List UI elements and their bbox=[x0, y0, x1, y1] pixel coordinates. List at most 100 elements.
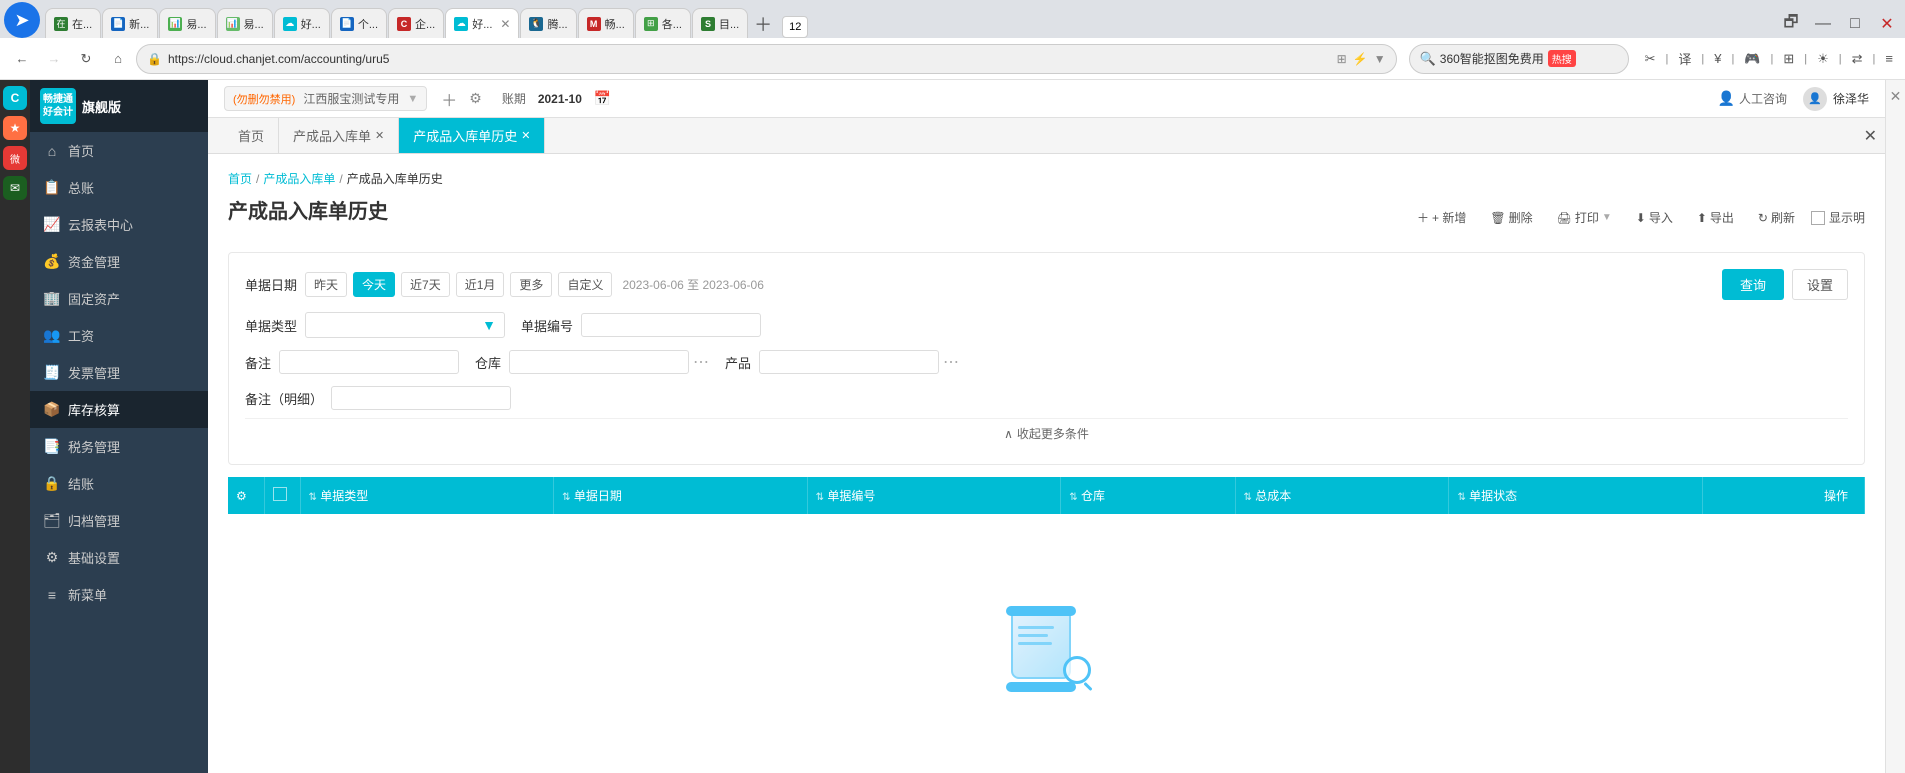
refresh-button[interactable]: ↻ 刷新 bbox=[1750, 205, 1803, 230]
sidebar-item-invoice-mgmt[interactable]: 🧾 发票管理 bbox=[30, 354, 208, 391]
breadcrumb-home[interactable]: 首页 bbox=[228, 170, 252, 187]
sort-status-icon[interactable]: ⇅ bbox=[1457, 492, 1465, 503]
tab-product-list[interactable]: 产成品入库单 ✕ bbox=[279, 118, 399, 153]
warehouse-more-icon[interactable]: ⋯ bbox=[693, 352, 709, 372]
sidebar-header[interactable]: 畅捷通好会计 旗舰版 bbox=[30, 80, 208, 132]
account-settings-icon[interactable]: ⚙ bbox=[469, 90, 482, 107]
query-button[interactable]: 查询 bbox=[1722, 269, 1784, 300]
tab-product-history-close-icon[interactable]: ✕ bbox=[521, 129, 530, 142]
remark-input[interactable] bbox=[279, 350, 459, 374]
print-dropdown-icon[interactable]: ▼ bbox=[1602, 212, 1612, 223]
restore-window-button[interactable]: 🗗 bbox=[1777, 10, 1805, 38]
minimize-button[interactable]: — bbox=[1809, 10, 1837, 38]
close-window-button[interactable]: ✕ bbox=[1873, 10, 1901, 38]
tab-12[interactable]: S 目... bbox=[692, 8, 748, 38]
tab-7[interactable]: C 企... bbox=[388, 8, 444, 38]
tab-3[interactable]: 📊 易... bbox=[159, 8, 215, 38]
tab-product-list-close-icon[interactable]: ✕ bbox=[375, 129, 384, 142]
sort-cost-icon[interactable]: ⇅ bbox=[1244, 492, 1252, 503]
sidebar-item-archive-mgmt[interactable]: 🗂 归档管理 bbox=[30, 502, 208, 539]
sidebar-item-payroll[interactable]: 👥 工资 bbox=[30, 317, 208, 354]
currency-icon[interactable]: ¥ bbox=[1710, 49, 1725, 68]
breadcrumb-list[interactable]: 产成品入库单 bbox=[263, 170, 335, 187]
menu-icon[interactable]: ≡ bbox=[1881, 49, 1897, 68]
back-button[interactable]: ← bbox=[8, 45, 36, 73]
new-button[interactable]: ＋ + 新增 bbox=[1409, 205, 1474, 230]
product-more-icon[interactable]: ⋯ bbox=[943, 352, 959, 372]
column-settings-icon[interactable]: ⚙ bbox=[236, 489, 247, 503]
app-icon-2[interactable]: ★ bbox=[3, 116, 27, 140]
sort-number-icon[interactable]: ⇅ bbox=[816, 492, 824, 503]
brightness-icon[interactable]: ☀ bbox=[1813, 49, 1833, 69]
grid-icon[interactable]: ⊞ bbox=[1779, 49, 1798, 69]
translate-icon[interactable]: 译 bbox=[1674, 47, 1695, 70]
tab-6[interactable]: 📄 个... bbox=[331, 8, 387, 38]
tab-8-active[interactable]: ☁ 好... ✕ bbox=[445, 8, 519, 38]
7days-button[interactable]: 近7天 bbox=[401, 272, 450, 297]
import-button[interactable]: ⬇ 导入 bbox=[1628, 205, 1681, 230]
settings-button[interactable]: 设置 bbox=[1792, 269, 1848, 300]
1month-button[interactable]: 近1月 bbox=[456, 272, 505, 297]
add-account-button[interactable]: ＋ bbox=[441, 87, 457, 111]
dropdown-icon[interactable]: ▼ bbox=[1374, 52, 1386, 66]
sort-warehouse-icon[interactable]: ⇅ bbox=[1069, 492, 1077, 503]
display-checkbox[interactable] bbox=[1811, 211, 1825, 225]
delete-button[interactable]: 🗑 删除 bbox=[1482, 205, 1540, 230]
forward-button[interactable]: → bbox=[40, 45, 68, 73]
close-panel-icon[interactable]: ✕ bbox=[1890, 88, 1902, 105]
tab-8-close-icon[interactable]: ✕ bbox=[500, 17, 510, 31]
product-input[interactable] bbox=[759, 350, 939, 374]
th-gear[interactable]: ⚙ bbox=[228, 477, 264, 514]
custom-date-button[interactable]: 自定义 bbox=[558, 272, 612, 297]
sidebar-item-new-menu[interactable]: ≡ 新菜单 bbox=[30, 576, 208, 613]
remark-detail-input[interactable] bbox=[331, 386, 511, 410]
select-all-checkbox[interactable] bbox=[273, 487, 287, 501]
search-bar[interactable]: 🔍 360智能抠图免费用 热搜 bbox=[1409, 44, 1629, 74]
sidebar-item-cloud-report[interactable]: 📈 云报表中心 bbox=[30, 206, 208, 243]
game-icon[interactable]: 🎮 bbox=[1740, 49, 1764, 69]
home-button[interactable]: ⌂ bbox=[104, 45, 132, 73]
sidebar-item-general-ledger[interactable]: 📋 总账 bbox=[30, 169, 208, 206]
sidebar-item-fixed-assets[interactable]: 🏢 固定资产 bbox=[30, 280, 208, 317]
account-selector[interactable]: (勿删勿禁用) 江西服宝测试专用 ▼ bbox=[224, 86, 427, 111]
address-bar[interactable]: 🔒 https://cloud.chanjet.com/accounting/u… bbox=[136, 44, 1397, 74]
weibo-icon[interactable]: 微 bbox=[3, 146, 27, 170]
warehouse-input[interactable] bbox=[509, 350, 689, 374]
lightning-icon[interactable]: ⚡ bbox=[1353, 52, 1368, 66]
apps-icon[interactable]: ⊞ bbox=[1337, 52, 1347, 66]
sync-icon[interactable]: ⇄ bbox=[1848, 49, 1867, 69]
close-all-tabs-button[interactable]: ✕ bbox=[1864, 128, 1877, 145]
sidebar-item-tax-mgmt[interactable]: 📑 税务管理 bbox=[30, 428, 208, 465]
sidebar-item-basic-settings[interactable]: ⚙ 基础设置 bbox=[30, 539, 208, 576]
browser-icon[interactable]: ➤ bbox=[4, 2, 40, 38]
maximize-button[interactable]: □ bbox=[1841, 10, 1869, 38]
export-button[interactable]: ⬆ 导出 bbox=[1689, 205, 1742, 230]
tab-11[interactable]: ⊞ 各... bbox=[635, 8, 691, 38]
print-button[interactable]: 🖨 打印 ▼ bbox=[1549, 205, 1620, 230]
refresh-button[interactable]: ↻ bbox=[72, 45, 100, 73]
sidebar-item-inventory[interactable]: 📦 库存核算 bbox=[30, 391, 208, 428]
tab-1[interactable]: 在 在... bbox=[45, 8, 101, 38]
sort-date-icon[interactable]: ⇅ bbox=[562, 492, 570, 503]
scissors-icon[interactable]: ✂ bbox=[1641, 49, 1660, 69]
tab-4[interactable]: 📊 易... bbox=[217, 8, 273, 38]
tab-home[interactable]: 首页 bbox=[224, 118, 279, 153]
tab-9[interactable]: 🐧 腾... bbox=[520, 8, 576, 38]
sidebar-item-checkout[interactable]: 🔒 结账 bbox=[30, 465, 208, 502]
more-date-button[interactable]: 更多 bbox=[510, 272, 552, 297]
tab-2[interactable]: 📄 新... bbox=[102, 8, 158, 38]
human-service-button[interactable]: 👤 人工咨询 bbox=[1718, 90, 1787, 107]
number-input[interactable] bbox=[581, 313, 761, 337]
email-icon[interactable]: ✉ bbox=[3, 176, 27, 200]
yesterday-button[interactable]: 昨天 bbox=[305, 272, 347, 297]
today-button[interactable]: 今天 bbox=[353, 272, 395, 297]
chanjet-icon[interactable]: C bbox=[3, 86, 27, 110]
sort-type-icon[interactable]: ⇅ bbox=[309, 492, 317, 503]
type-select[interactable]: ▼ bbox=[305, 312, 505, 338]
sidebar-item-home[interactable]: ⌂ 首页 bbox=[30, 132, 208, 169]
tab-10[interactable]: M 畅... bbox=[578, 8, 634, 38]
tab-product-history[interactable]: 产成品入库单历史 ✕ bbox=[399, 118, 545, 153]
sidebar-item-fund-mgmt[interactable]: 💰 资金管理 bbox=[30, 243, 208, 280]
new-tab-button[interactable]: ＋ bbox=[749, 10, 777, 38]
calendar-icon[interactable]: 📅 bbox=[594, 90, 611, 107]
